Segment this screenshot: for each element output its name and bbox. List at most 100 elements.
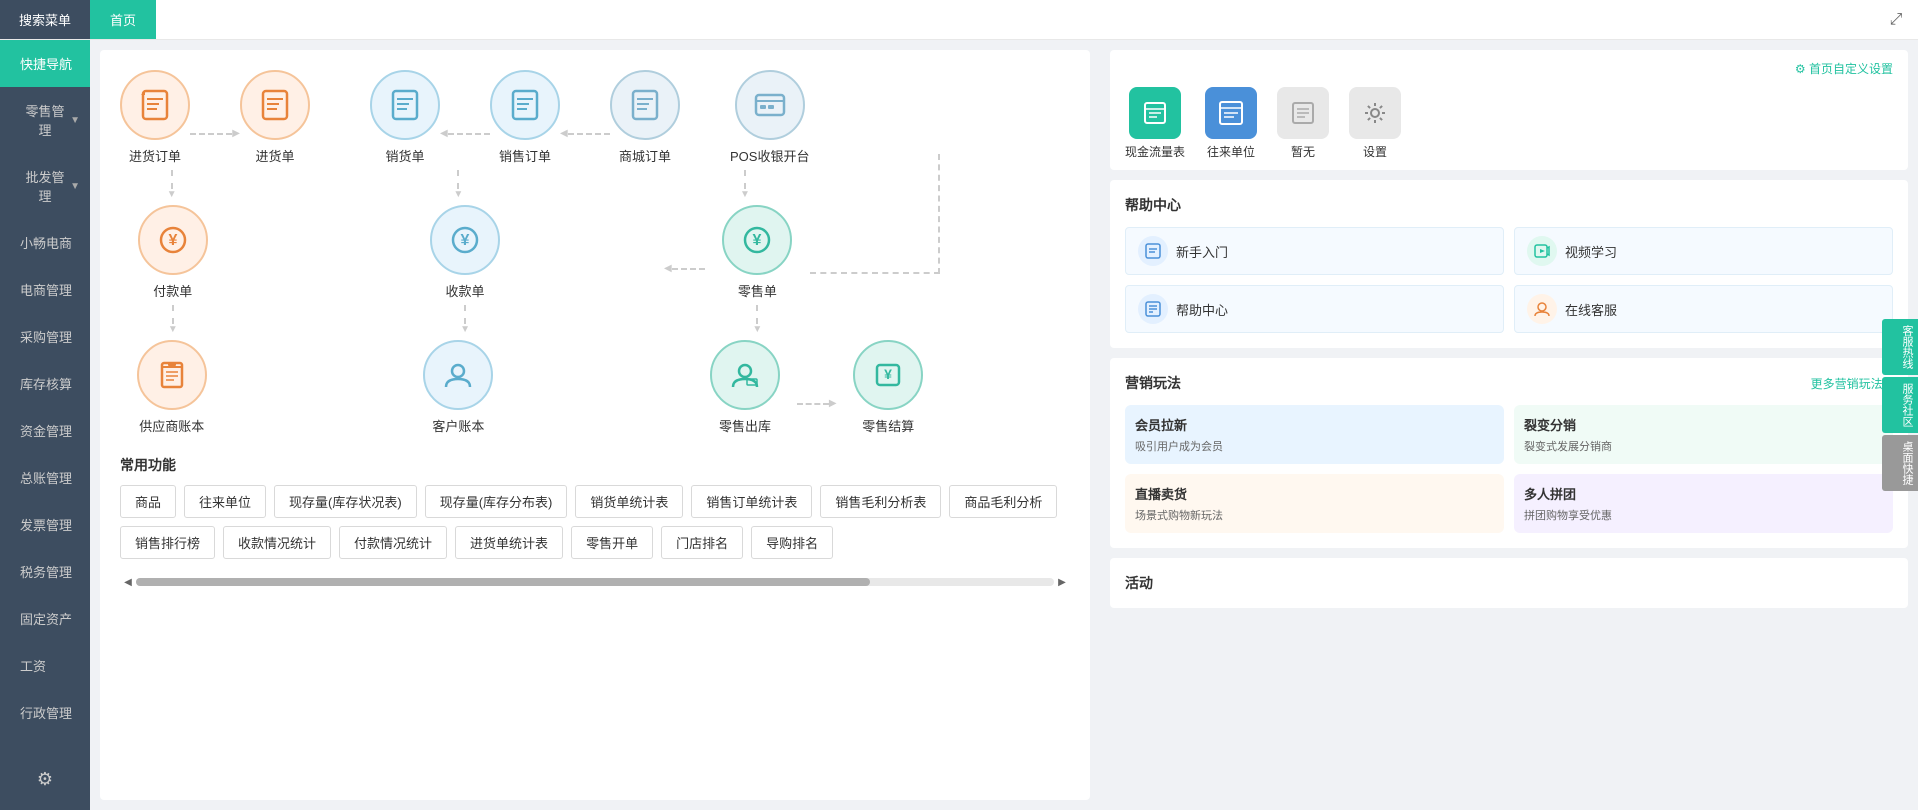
sidebar-item-salary[interactable]: 工资 (0, 642, 90, 689)
func-btn-stock-status[interactable]: 现存量(库存状况表) (274, 485, 417, 518)
main-layout: 快捷导航 零售管理 ▼ 批发管理 ▼ 小畅电商 电商管理 采购管理 库存核算 资… (0, 40, 1918, 810)
marketing-section: 营销玩法 更多营销玩法 > 会员拉新 吸引用户成为会员 裂变分销 裂变式发展分销… (1110, 358, 1908, 548)
func-btn-goods[interactable]: 商品 (120, 485, 176, 518)
flow-diagram: 进货订单 ▶ 进货单 (120, 70, 940, 435)
sidebar: 快捷导航 零售管理 ▼ 批发管理 ▼ 小畅电商 电商管理 采购管理 库存核算 资… (0, 40, 90, 810)
sidebar-item-ecommerce[interactable]: 电商管理 (0, 266, 90, 313)
node-supplier-account[interactable]: 供应商账本 (120, 340, 224, 435)
node-purchase-invoice[interactable]: 进货单 (240, 70, 310, 165)
activity-title: 活动 (1125, 573, 1893, 593)
sidebar-item-purchase[interactable]: 采购管理 (0, 313, 90, 360)
qa-item-settings[interactable]: 设置 (1349, 87, 1401, 160)
sidebar-bottom: ⚙ (0, 749, 90, 810)
func-btn-guide-rank[interactable]: 导购排名 (751, 526, 833, 559)
sidebar-item-inventory[interactable]: 库存核算 (0, 360, 90, 407)
func-btn-retail-order[interactable]: 零售开单 (571, 526, 653, 559)
svg-text:¥: ¥ (753, 232, 762, 249)
search-menu-button[interactable]: 搜索菜单 (0, 0, 90, 39)
tab-home[interactable]: 首页 (90, 0, 156, 39)
help-grid: 新手入门 视频学习 帮助中心 (1125, 227, 1893, 333)
marketing-title: 营销玩法 (1125, 373, 1181, 393)
settings-icon (1349, 87, 1401, 139)
func-btn-stock-dist[interactable]: 现存量(库存分布表) (425, 485, 568, 518)
help-item-helpcenter[interactable]: 帮助中心 (1125, 285, 1504, 333)
beginner-icon (1138, 236, 1168, 266)
sidebar-item-ecommerce-small[interactable]: 小畅电商 (0, 219, 90, 266)
scroll-right-button[interactable]: ▶ (1054, 574, 1070, 590)
marketing-more-button[interactable]: 更多营销玩法 > (1811, 375, 1893, 392)
marketing-item-fission[interactable]: 裂变分销 裂变式发展分销商 (1514, 405, 1893, 464)
marketing-header: 营销玩法 更多营销玩法 > (1125, 373, 1893, 393)
right-panel: ⚙ 首页自定义设置 现金流量表 往来单位 (1100, 40, 1918, 810)
qa-header: ⚙ 首页自定义设置 (1125, 60, 1893, 77)
customize-settings-button[interactable]: ⚙ 首页自定义设置 (1795, 60, 1893, 77)
sidebar-item-wholesale[interactable]: 批发管理 ▼ (0, 153, 90, 219)
helpcenter-icon (1138, 294, 1168, 324)
qa-item-counterparty[interactable]: 往来单位 (1205, 87, 1257, 160)
top-bar-right: ⤢ (1884, 8, 1918, 32)
node-purchase-order[interactable]: 进货订单 (120, 70, 190, 165)
video-icon (1527, 236, 1557, 266)
func-btn-sales-margin[interactable]: 销售毛利分析表 (820, 485, 941, 518)
settings-gear-icon[interactable]: ⚙ (0, 759, 90, 800)
scrollbar-track[interactable] (136, 578, 1054, 586)
counterparty-icon (1205, 87, 1257, 139)
top-bar: 搜索菜单 首页 ⤢ (0, 0, 1918, 40)
qa-icons: 现金流量表 往来单位 暂无 (1125, 87, 1893, 160)
node-retail-settlement[interactable]: ¥ 零售结算 (837, 340, 941, 435)
func-btn-receipt-stat[interactable]: 收款情况统计 (223, 526, 331, 559)
node-payment-voucher[interactable]: ¥ 付款单 (120, 205, 226, 300)
float-btn-desktop[interactable]: 桌面快捷 (1882, 435, 1918, 491)
svg-text:¥: ¥ (168, 232, 177, 249)
common-functions-title: 常用功能 (120, 455, 1070, 475)
node-sales-order[interactable]: 销售订单 (490, 70, 560, 165)
sidebar-item-assets[interactable]: 固定资产 (0, 595, 90, 642)
qa-item-cashflow[interactable]: 现金流量表 (1125, 87, 1185, 160)
func-btn-counterparty[interactable]: 往来单位 (184, 485, 266, 518)
float-buttons: 客服热线 服务社区 桌面快捷 (1882, 319, 1918, 491)
node-receipt-voucher[interactable]: ¥ 收款单 (412, 205, 518, 300)
func-btn-sales-stat[interactable]: 销货单统计表 (575, 485, 683, 518)
func-btn-goods-margin[interactable]: 商品毛利分析 (949, 485, 1057, 518)
marketing-item-member[interactable]: 会员拉新 吸引用户成为会员 (1125, 405, 1504, 464)
help-center-section: 帮助中心 新手入门 视频学习 (1110, 180, 1908, 348)
sidebar-item-finance[interactable]: 资金管理 (0, 407, 90, 454)
sidebar-item-retail[interactable]: 零售管理 ▼ (0, 87, 90, 153)
chevron-down-icon: ▼ (70, 181, 80, 192)
func-btn-sales-order-stat[interactable]: 销售订单统计表 (691, 485, 812, 518)
cashflow-icon (1129, 87, 1181, 139)
sidebar-item-quicknav[interactable]: 快捷导航 (0, 40, 90, 87)
node-sales-invoice[interactable]: 销货单 (370, 70, 440, 165)
func-grid: 商品 往来单位 现存量(库存状况表) 现存量(库存分布表) 销货单统计表 销售订… (120, 485, 1070, 559)
qa-item-empty[interactable]: 暂无 (1277, 87, 1329, 160)
marketing-item-livestream[interactable]: 直播卖货 场景式购物新玩法 (1125, 474, 1504, 533)
node-retail-out[interactable]: 零售出库 (693, 340, 797, 435)
quick-access-section: ⚙ 首页自定义设置 现金流量表 往来单位 (1110, 50, 1908, 170)
expand-icon[interactable]: ⤢ (1884, 8, 1908, 32)
help-item-beginner[interactable]: 新手入门 (1125, 227, 1504, 275)
node-retail-order[interactable]: ¥ 零售单 (705, 205, 811, 300)
help-item-video[interactable]: 视频学习 (1514, 227, 1893, 275)
float-btn-service[interactable]: 客服热线 (1882, 319, 1918, 375)
content-area: 进货订单 ▶ 进货单 (90, 40, 1918, 810)
svg-text:¥: ¥ (884, 366, 892, 382)
func-btn-purchase-stat[interactable]: 进货单统计表 (455, 526, 563, 559)
func-btn-sales-rank[interactable]: 销售排行榜 (120, 526, 215, 559)
marketing-item-groupbuy[interactable]: 多人拼团 拼团购物享受优惠 (1514, 474, 1893, 533)
horizontal-scrollbar: ◀ ▶ (120, 574, 1070, 590)
help-item-online-service[interactable]: 在线客服 (1514, 285, 1893, 333)
node-pos-cashier[interactable]: POS收银开台 (730, 70, 809, 165)
sidebar-item-admin[interactable]: 行政管理 (0, 689, 90, 736)
sidebar-item-ledger[interactable]: 总账管理 (0, 454, 90, 501)
sidebar-item-invoice[interactable]: 发票管理 (0, 501, 90, 548)
float-btn-community[interactable]: 服务社区 (1882, 377, 1918, 433)
node-customer-account[interactable]: 客户账本 (407, 340, 511, 435)
scroll-left-button[interactable]: ◀ (120, 574, 136, 590)
scrollbar-thumb[interactable] (136, 578, 870, 586)
node-shop-order[interactable]: 商城订单 (610, 70, 680, 165)
sidebar-item-tax[interactable]: 税务管理 (0, 548, 90, 595)
func-btn-payment-stat[interactable]: 付款情况统计 (339, 526, 447, 559)
func-btn-store-rank[interactable]: 门店排名 (661, 526, 743, 559)
marketing-grid: 会员拉新 吸引用户成为会员 裂变分销 裂变式发展分销商 直播卖货 场景式购物新玩… (1125, 405, 1893, 533)
common-functions: 常用功能 商品 往来单位 现存量(库存状况表) 现存量(库存分布表) 销货单统计… (120, 455, 1070, 559)
